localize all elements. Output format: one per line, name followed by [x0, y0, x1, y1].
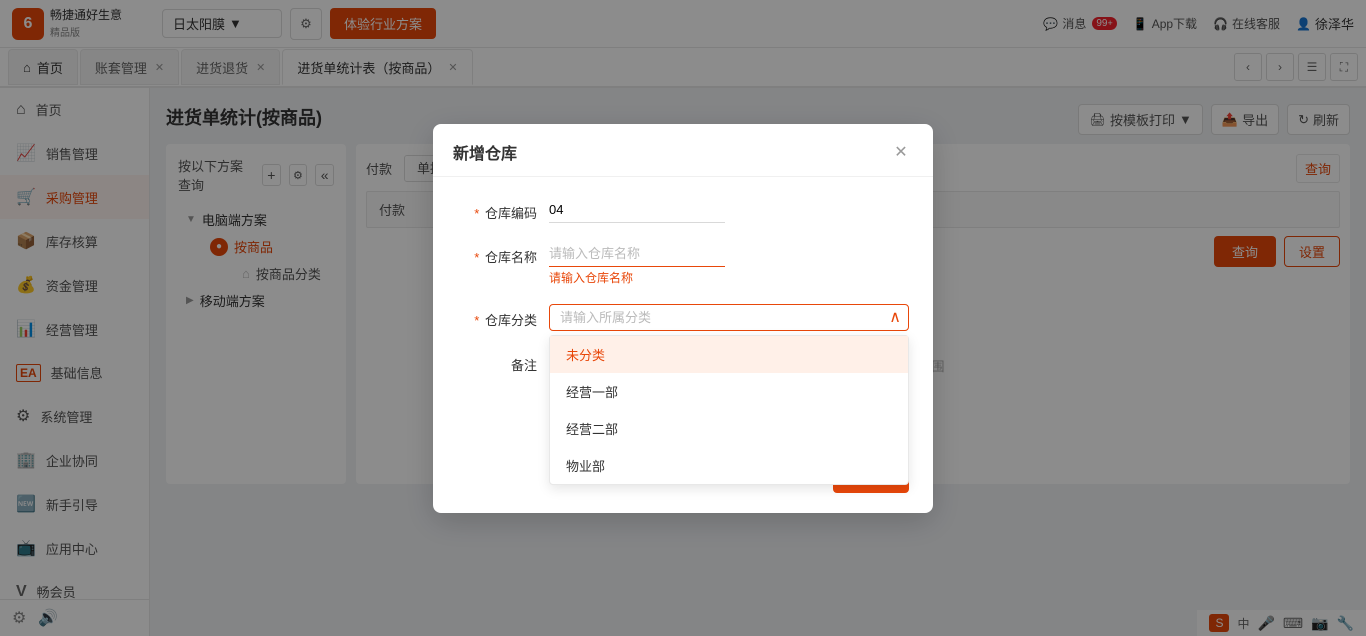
- modal-header: 新增仓库 ✕: [433, 124, 933, 177]
- name-input[interactable]: [549, 241, 725, 267]
- name-label: * 仓库名称: [457, 241, 537, 266]
- form-row-code: * 仓库编码: [457, 197, 909, 223]
- dropdown-item-property[interactable]: 物业部: [550, 447, 908, 484]
- required-star3: *: [474, 313, 479, 328]
- remark-label: 备注: [457, 349, 537, 374]
- dropdown-item-unclassified[interactable]: 未分类: [550, 336, 908, 373]
- modal-title: 新增仓库: [453, 140, 517, 164]
- category-input[interactable]: [549, 304, 909, 331]
- category-arrow-icon[interactable]: ∧: [889, 307, 901, 327]
- modal-new-warehouse: 新增仓库 ✕ * 仓库编码 * 仓库名称: [433, 124, 933, 513]
- category-field-wrap: ∧ 未分类 经营一部 经营二部 物业部: [549, 304, 909, 331]
- name-field-wrap: 请输入仓库名称: [549, 241, 909, 286]
- name-error-msg: 请输入仓库名称: [549, 269, 909, 286]
- modal-close-icon[interactable]: ✕: [889, 140, 913, 164]
- dropdown-item-ops2[interactable]: 经营二部: [550, 410, 908, 447]
- code-input[interactable]: [549, 197, 725, 223]
- code-label: * 仓库编码: [457, 197, 537, 222]
- required-star: *: [474, 206, 479, 221]
- modal-overlay: 新增仓库 ✕ * 仓库编码 * 仓库名称: [0, 0, 1366, 636]
- code-field-wrap: [549, 197, 909, 223]
- modal-body: * 仓库编码 * 仓库名称 请输入仓库名称: [433, 177, 933, 447]
- category-dropdown: 未分类 经营一部 经营二部 物业部: [549, 335, 909, 485]
- dropdown-item-ops1[interactable]: 经营一部: [550, 373, 908, 410]
- form-row-name: * 仓库名称 请输入仓库名称: [457, 241, 909, 286]
- category-label: * 仓库分类: [457, 304, 537, 329]
- required-star2: *: [474, 250, 479, 265]
- form-row-category: * 仓库分类 ∧ 未分类 经营一部 经营二部 物业部: [457, 304, 909, 331]
